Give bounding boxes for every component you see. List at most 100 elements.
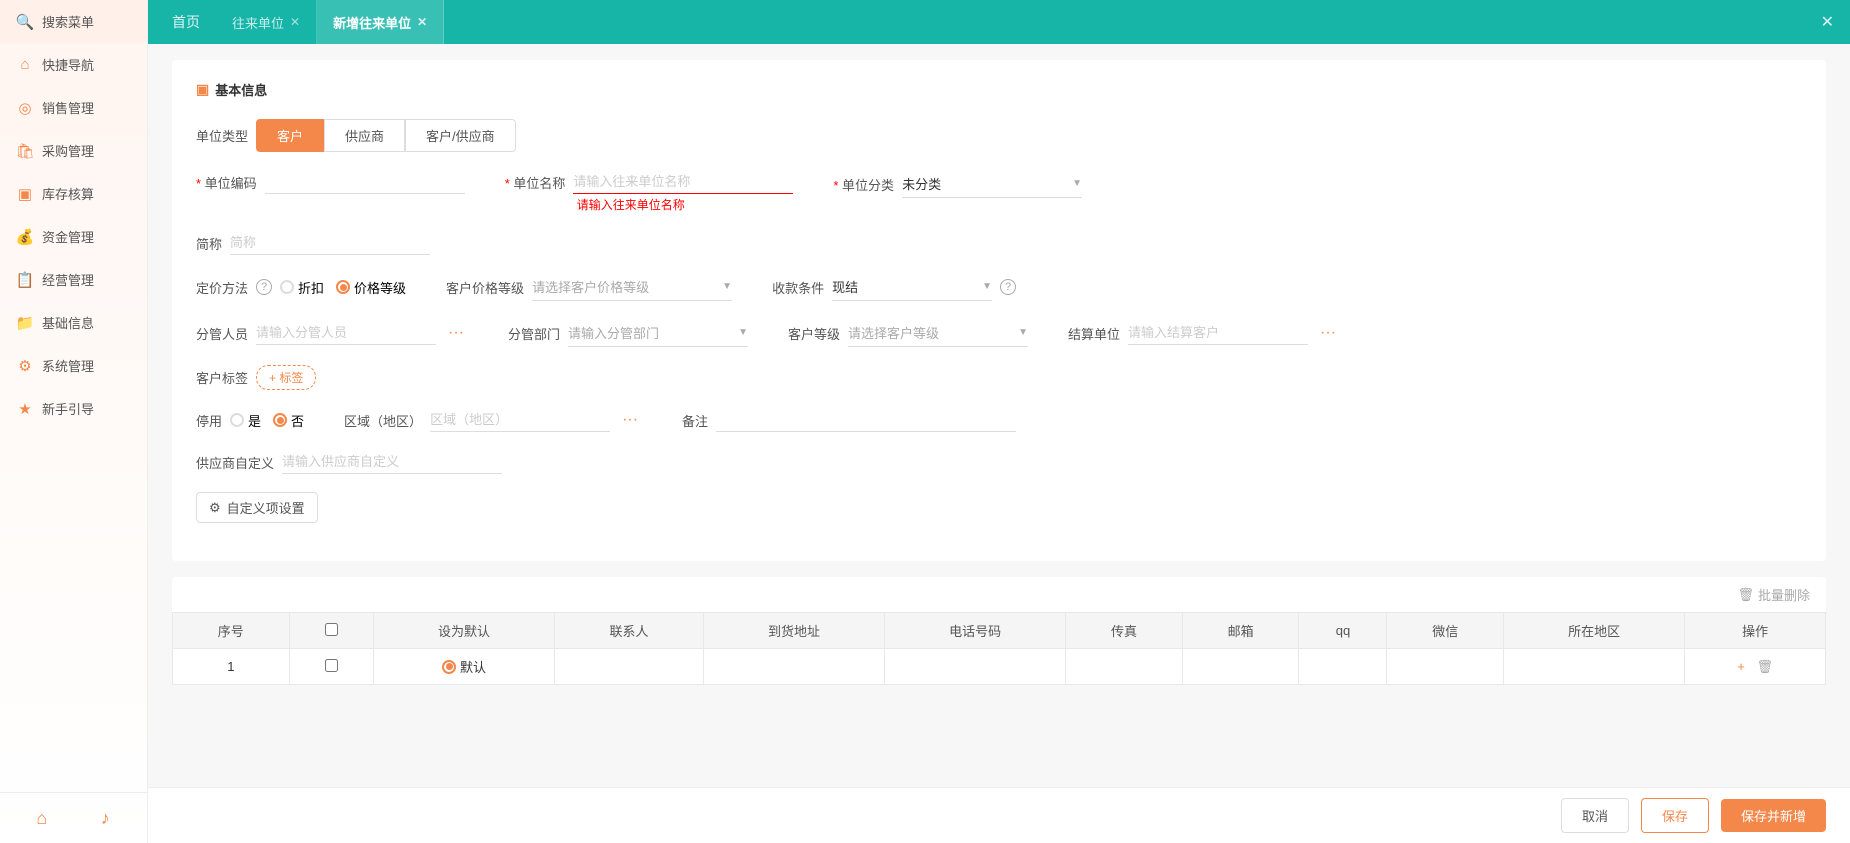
region-input[interactable] (430, 408, 610, 432)
save-new-button[interactable]: 保存并新增 (1721, 799, 1826, 832)
sidebar-bottom-music[interactable]: ♪ (90, 803, 120, 833)
unit-type-label: 单位类型 (196, 126, 248, 145)
row-checkbox[interactable] (325, 659, 338, 672)
cell-fax (1066, 649, 1183, 685)
tab-partner[interactable]: 往来单位 ✕ (216, 0, 317, 44)
pricing-help-icon[interactable]: ? (256, 279, 272, 295)
note-label: 备注 (682, 411, 708, 430)
customer-level-label: 客户等级 (788, 324, 840, 343)
unit-type-customer[interactable]: 客户 (256, 119, 324, 152)
tabs-bar: 首页 往来单位 ✕ 新增往来单位 ✕ ✕ (148, 0, 1850, 44)
col-region: 所在地区 (1504, 613, 1685, 649)
custom-settings-button[interactable]: ⚙ 自定义项设置 (196, 492, 318, 523)
supervisor-input[interactable] (256, 321, 436, 345)
table-toolbar: 🗑 批量删除 (172, 577, 1826, 612)
sidebar: 🔍 搜索菜单 ⌂ 快捷导航 ◎ 销售管理 🛍 采购管理 ▣ 库存核算 💰 资金管… (0, 0, 148, 843)
department-field: 分管部门 请输入分管部门 ▼ (508, 319, 748, 347)
unit-category-select[interactable]: 未分类 ▼ (902, 170, 1082, 198)
disabled-radio-group: 是 否 (230, 411, 304, 430)
unit-name-error: 请输入往来单位名称 (577, 196, 794, 213)
pricing-radio-discount[interactable]: 折扣 (280, 278, 324, 297)
settlement-unit-more-btn[interactable]: ··· (1316, 324, 1340, 342)
customer-price-level-select[interactable]: 请选择客户价格等级 ▼ (532, 273, 732, 301)
col-email: 邮箱 (1182, 613, 1299, 649)
tab-partner-close[interactable]: ✕ (290, 15, 300, 29)
sidebar-item-sales[interactable]: ◎ 销售管理 (0, 86, 147, 129)
payment-help-icon[interactable]: ? (1000, 279, 1016, 295)
short-name-input[interactable] (230, 231, 430, 255)
region-more-btn[interactable]: ··· (618, 411, 642, 429)
cancel-button[interactable]: 取消 (1561, 798, 1629, 833)
sidebar-item-basic[interactable]: 📁 基础信息 (0, 301, 147, 344)
department-select[interactable]: 请输入分管部门 ▼ (568, 319, 748, 347)
disabled-radio-no[interactable]: 否 (273, 411, 304, 430)
sidebar-item-purchase[interactable]: 🛍 采购管理 (0, 129, 147, 172)
tab-new-partner-close[interactable]: ✕ (417, 15, 427, 29)
col-address: 到货地址 (703, 613, 884, 649)
delete-row-btn[interactable]: 🗑 (1756, 659, 1773, 674)
unit-type-supplier[interactable]: 供应商 (324, 119, 405, 152)
col-phone: 电话号码 (885, 613, 1066, 649)
unit-category-field: 单位分类 未分类 ▼ (833, 170, 1082, 198)
sidebar-item-system[interactable]: ⚙ 系统管理 (0, 344, 147, 387)
unit-code-field: 单位编码 000009 (196, 170, 465, 194)
chevron-down-icon5: ▼ (1018, 327, 1028, 338)
col-contact: 联系人 (555, 613, 704, 649)
unit-name-input[interactable] (573, 170, 793, 194)
sidebar-item-inventory[interactable]: ▣ 库存核算 (0, 172, 147, 215)
save-button[interactable]: 保存 (1641, 798, 1709, 833)
header-checkbox[interactable] (325, 623, 338, 636)
department-placeholder: 请输入分管部门 (568, 323, 734, 342)
system-icon: ⚙ (16, 357, 34, 375)
supervisor-more-btn[interactable]: ··· (444, 324, 468, 342)
sidebar-item-finance[interactable]: 💰 资金管理 (0, 215, 147, 258)
main-area: 首页 往来单位 ✕ 新增往来单位 ✕ ✕ ▣ 基本信息 单位类型 客户 (148, 0, 1850, 843)
add-tag-button[interactable]: + 标签 (256, 365, 316, 390)
cell-email (1182, 649, 1299, 685)
sidebar-item-search[interactable]: 🔍 搜索菜单 (0, 0, 147, 43)
sidebar-item-guide[interactable]: ★ 新手引导 (0, 387, 147, 430)
customer-price-level-label: 客户价格等级 (446, 278, 524, 297)
radio-no-label: 否 (291, 411, 304, 430)
customer-level-select[interactable]: 请选择客户等级 ▼ (848, 319, 1028, 347)
pricing-radio-group: 折扣 价格等级 (280, 278, 406, 297)
customer-tag-field: 客户标签 + 标签 (196, 365, 316, 390)
cell-default: 默认 (373, 649, 554, 685)
search-icon: 🔍 (16, 13, 34, 31)
radio-level-label: 价格等级 (354, 278, 406, 297)
unit-name-label: 单位名称 (505, 173, 566, 192)
basic-info-card: ▣ 基本信息 单位类型 客户 供应商 客户/供应商 单位编码 (172, 60, 1826, 561)
section-icon: ▣ (196, 81, 209, 98)
row-radio-circle (442, 660, 456, 674)
payment-terms-select[interactable]: 现结 ▼ (832, 273, 992, 301)
unit-type-both[interactable]: 客户/供应商 (405, 119, 516, 152)
sidebar-item-quicknav[interactable]: ⌂ 快捷导航 (0, 43, 147, 86)
supplier-custom-input[interactable] (282, 450, 502, 474)
payment-terms-field: 收款条件 现结 ▼ ? (772, 273, 1016, 301)
cell-region (1504, 649, 1685, 685)
close-all-tabs[interactable]: ✕ (1813, 12, 1842, 32)
batch-delete-button[interactable]: 🗑 批量删除 (1737, 585, 1810, 604)
disabled-field: 停用 是 否 (196, 411, 304, 430)
radio-discount-label: 折扣 (298, 278, 324, 297)
settlement-unit-input[interactable] (1128, 321, 1308, 345)
delete-icon: 🗑 (1737, 587, 1754, 603)
custom-settings-row: ⚙ 自定义项设置 (196, 492, 1802, 523)
region-field: 区域（地区） ··· (344, 408, 642, 432)
disabled-radio-yes[interactable]: 是 (230, 411, 261, 430)
col-default: 设为默认 (373, 613, 554, 649)
add-row-btn[interactable]: + (1737, 659, 1745, 674)
section-title: ▣ 基本信息 (196, 80, 1802, 99)
pricing-radio-level[interactable]: 价格等级 (336, 278, 406, 297)
note-input[interactable] (716, 408, 1016, 432)
cell-wechat (1387, 649, 1504, 685)
customer-level-placeholder: 请选择客户等级 (848, 323, 1014, 342)
sidebar-item-operations[interactable]: 📋 经营管理 (0, 258, 147, 301)
operations-icon: 📋 (16, 271, 34, 289)
sidebar-bottom-home[interactable]: ⌂ (27, 803, 57, 833)
tab-new-partner[interactable]: 新增往来单位 ✕ (317, 0, 444, 44)
unit-code-input[interactable]: 000009 (265, 170, 465, 194)
row-default-radio[interactable]: 默认 (384, 657, 544, 676)
tab-home[interactable]: 首页 (156, 12, 216, 32)
customer-price-level-field: 客户价格等级 请选择客户价格等级 ▼ (446, 273, 732, 301)
